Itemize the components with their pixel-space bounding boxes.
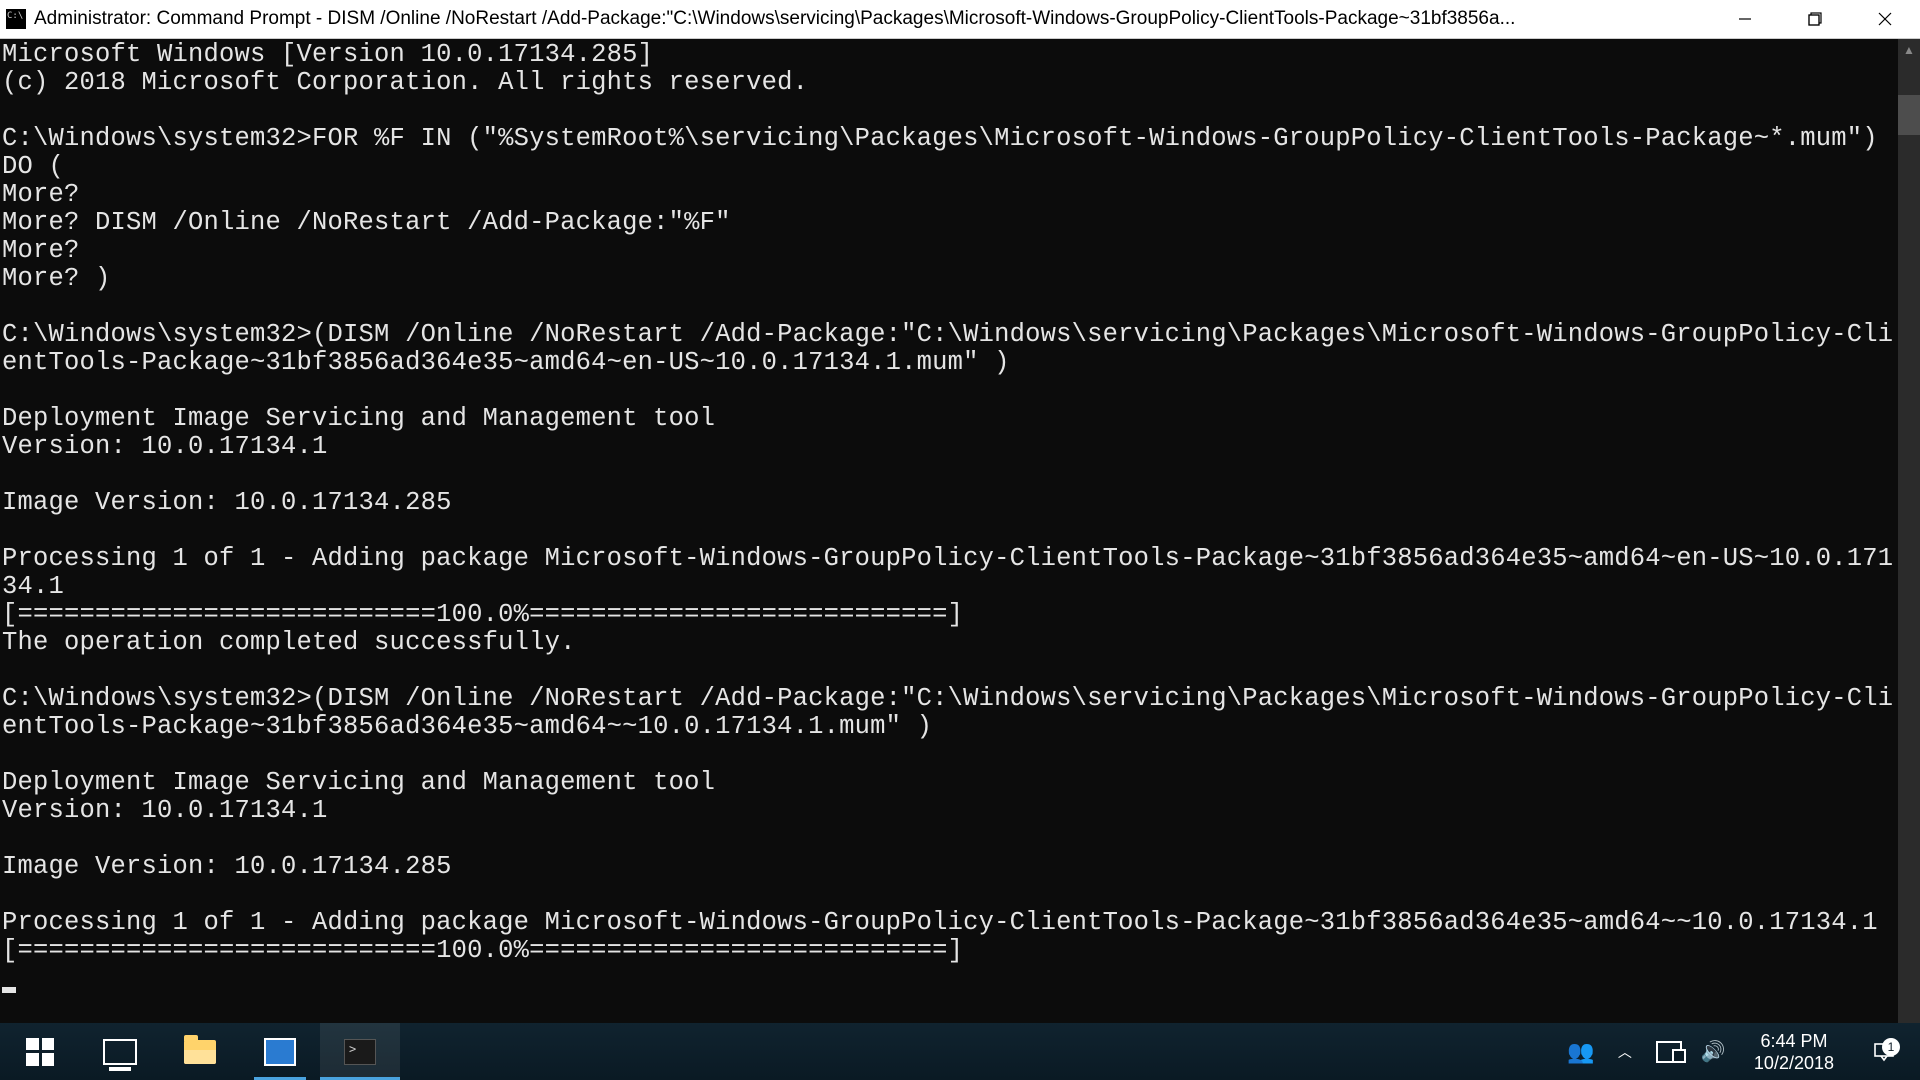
volume-button[interactable]: 🔊 bbox=[1700, 1023, 1726, 1080]
terminal-icon bbox=[344, 1039, 376, 1065]
cursor bbox=[2, 987, 16, 993]
scroll-up-arrow-icon[interactable]: ▲ bbox=[1898, 39, 1920, 61]
taskbar: 👥 ︿ 🔊 6:44 PM 10/2/2018 1 bbox=[0, 1023, 1920, 1080]
close-icon bbox=[1878, 12, 1892, 26]
app-icon bbox=[264, 1038, 296, 1066]
vertical-scrollbar[interactable]: ▲ ▼ bbox=[1898, 39, 1920, 1080]
system-tray: 👥 ︿ 🔊 6:44 PM 10/2/2018 1 bbox=[1558, 1023, 1920, 1080]
window-controls bbox=[1710, 0, 1920, 38]
titlebar[interactable]: Administrator: Command Prompt - DISM /On… bbox=[0, 0, 1920, 39]
taskbar-spacer bbox=[400, 1023, 1558, 1080]
windows-logo-icon bbox=[26, 1038, 54, 1066]
file-explorer-button[interactable] bbox=[160, 1023, 240, 1080]
console-output[interactable]: Microsoft Windows [Version 10.0.17134.28… bbox=[0, 39, 1898, 1080]
folder-icon bbox=[184, 1040, 216, 1064]
clock-time: 6:44 PM bbox=[1754, 1030, 1834, 1052]
speaker-icon: 🔊 bbox=[1700, 1039, 1725, 1064]
start-button[interactable] bbox=[0, 1023, 80, 1080]
task-view-button[interactable] bbox=[80, 1023, 160, 1080]
console-body: Microsoft Windows [Version 10.0.17134.28… bbox=[0, 39, 1920, 1080]
command-prompt-window: Administrator: Command Prompt - DISM /On… bbox=[0, 0, 1920, 1080]
people-button[interactable]: 👥 bbox=[1568, 1023, 1594, 1080]
maximize-icon bbox=[1808, 12, 1822, 26]
chevron-up-icon: ︿ bbox=[1618, 1042, 1632, 1062]
taskbar-app-1[interactable] bbox=[240, 1023, 320, 1080]
window-title: Administrator: Command Prompt - DISM /On… bbox=[34, 8, 1710, 30]
action-center-button[interactable]: 1 bbox=[1862, 1040, 1906, 1064]
clock[interactable]: 6:44 PM 10/2/2018 bbox=[1744, 1030, 1844, 1074]
clock-date: 10/2/2018 bbox=[1754, 1052, 1834, 1074]
cmd-icon bbox=[6, 9, 26, 29]
network-icon bbox=[1656, 1041, 1682, 1063]
minimize-button[interactable] bbox=[1710, 0, 1780, 38]
tray-overflow-button[interactable]: ︿ bbox=[1612, 1023, 1638, 1080]
scroll-thumb[interactable] bbox=[1898, 95, 1920, 135]
close-button[interactable] bbox=[1850, 0, 1920, 38]
maximize-button[interactable] bbox=[1780, 0, 1850, 38]
minimize-icon bbox=[1738, 12, 1752, 26]
task-view-icon bbox=[103, 1039, 137, 1065]
taskbar-command-prompt[interactable] bbox=[320, 1023, 400, 1080]
network-button[interactable] bbox=[1656, 1023, 1682, 1080]
notification-badge: 1 bbox=[1882, 1038, 1900, 1056]
people-icon: 👥 bbox=[1567, 1039, 1594, 1065]
